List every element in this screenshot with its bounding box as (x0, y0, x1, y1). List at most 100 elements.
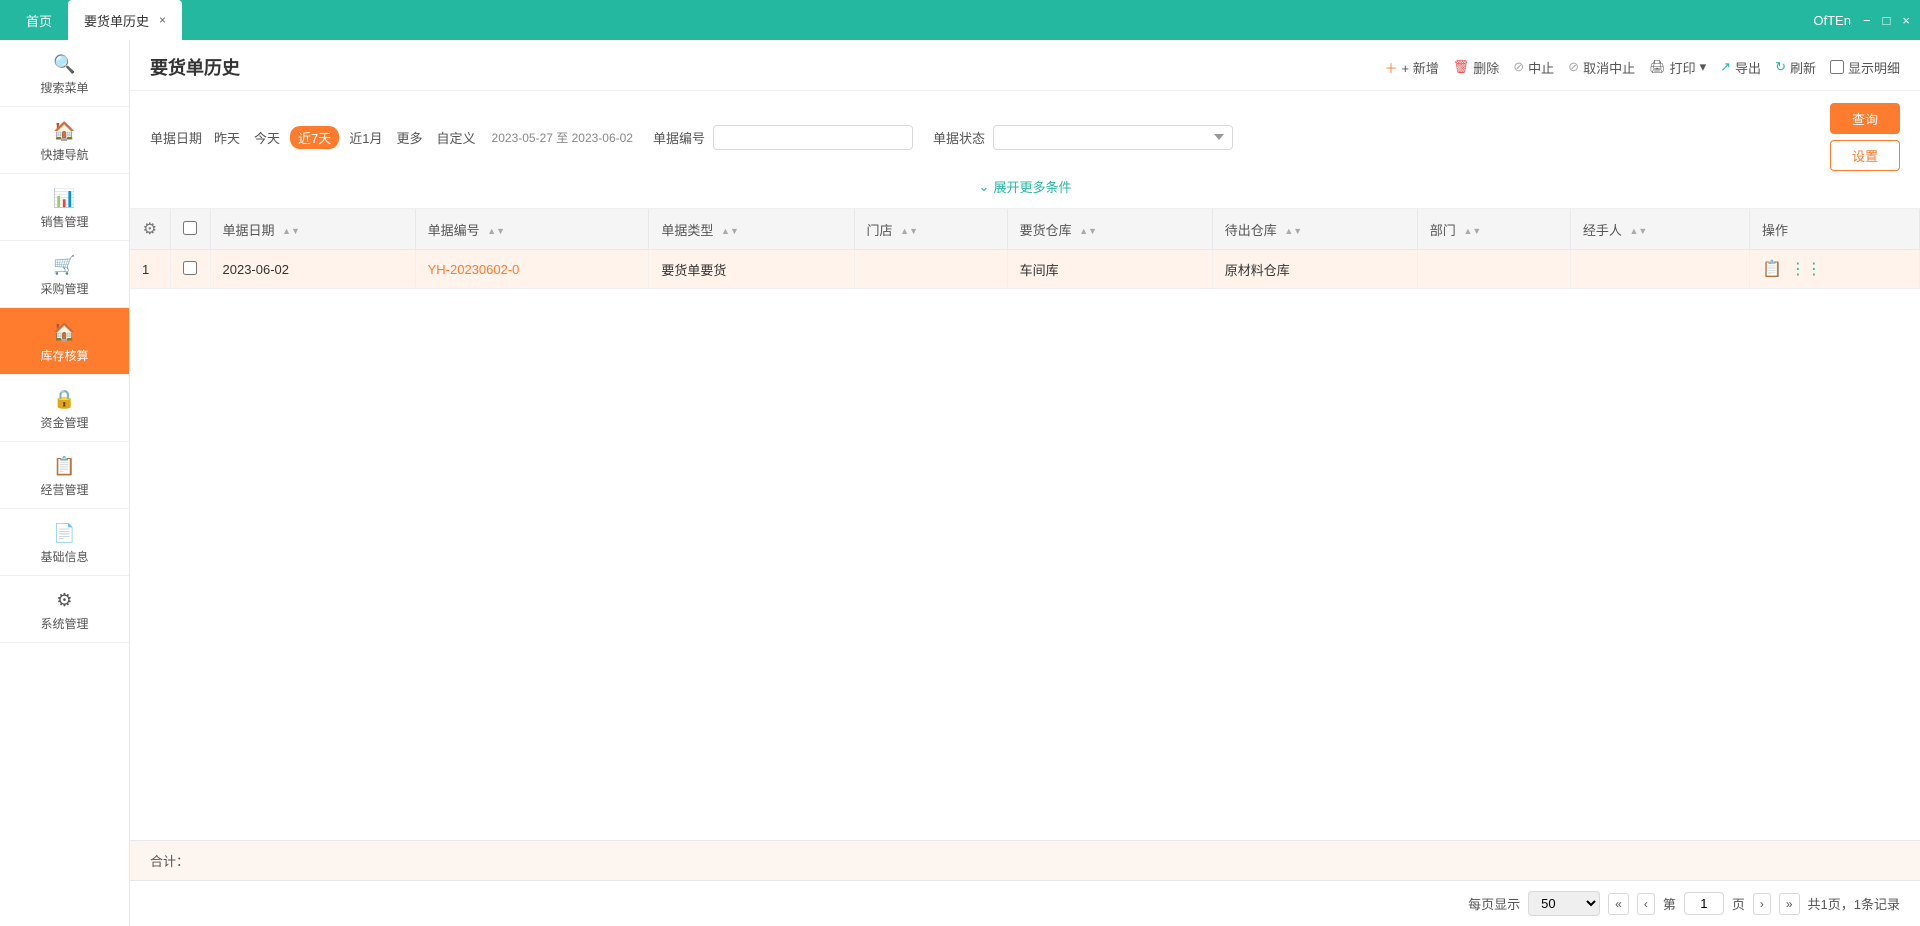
status-filter-label: 单据状态 (933, 128, 985, 147)
show-detail-button[interactable]: 显示明细 (1830, 58, 1900, 77)
filter-area: 单据日期 昨天 今天 近7天 近1月 更多 自定义 2023-05-27 至 2… (130, 91, 1920, 209)
td-billtype: 要货单要货 (649, 250, 854, 289)
top-bar: 首页 要货单历史 × OfTEn − □ × (0, 0, 1920, 40)
content-area: 要货单历史 ＋ + 新增 🗑 删除 ⊘ 中止 ⊘ 取消中止 (130, 40, 1920, 926)
filter-group-status: 单据状态 (933, 125, 1233, 150)
purchase-mgmt-icon: 🛒 (53, 255, 75, 276)
sidebar-item-basic-info[interactable]: 📄 基础信息 (0, 509, 129, 576)
maximize-icon[interactable]: □ (1883, 13, 1891, 28)
date-more[interactable]: 更多 (393, 126, 427, 149)
page-label-pre: 第 (1663, 894, 1676, 913)
sidebar-item-system-mgmt[interactable]: ⚙ 系统管理 (0, 576, 129, 643)
sidebar-item-finance-mgmt[interactable]: 🔒 资金管理 (0, 375, 129, 442)
sort-handler-icon[interactable]: ▲▼ (1630, 227, 1648, 236)
date-7days[interactable]: 近7天 (290, 126, 339, 149)
print-dropdown-icon[interactable]: ▾ (1700, 59, 1707, 75)
toolbar: ＋ + 新增 🗑 删除 ⊘ 中止 ⊘ 取消中止 🖨 打印 (1384, 58, 1900, 77)
refresh-button[interactable]: ↻ 刷新 (1775, 58, 1816, 77)
filter-group-date: 单据日期 昨天 今天 近7天 近1月 更多 自定义 2023-05-27 至 2… (150, 126, 633, 149)
print-icon: 🖨 (1649, 59, 1666, 75)
tab-active[interactable]: 要货单历史 × (68, 0, 182, 40)
sort-billtype-icon[interactable]: ▲▼ (721, 227, 739, 236)
search-menu-label: 搜索菜单 (40, 79, 88, 96)
billno-filter-label: 单据编号 (653, 128, 705, 147)
total-info: 共1页，1条记录 (1808, 894, 1900, 913)
th-billno: 单据编号 ▲▼ (415, 209, 649, 250)
page-label-post: 页 (1732, 894, 1745, 913)
sidebar-item-ops-mgmt[interactable]: 📋 经营管理 (0, 442, 129, 509)
sort-req-warehouse-icon[interactable]: ▲▼ (1079, 227, 1097, 236)
expand-more-label: 展开更多条件 (993, 177, 1071, 196)
sort-billno-icon[interactable]: ▲▼ (487, 227, 505, 236)
th-pending-warehouse: 待出仓库 ▲▼ (1212, 209, 1417, 250)
status-select[interactable] (993, 125, 1233, 150)
new-label: + 新增 (1401, 58, 1438, 77)
th-date-label: 单据日期 (223, 223, 275, 238)
date-today[interactable]: 今天 (250, 126, 284, 149)
print-button[interactable]: 🖨 打印 ▾ (1649, 58, 1706, 77)
sidebar-item-inventory-calc[interactable]: 🏠 库存核算 (0, 308, 129, 375)
billno-link[interactable]: YH-20230602-0 (428, 262, 520, 277)
cancel-stop-button[interactable]: ⊘ 取消中止 (1568, 58, 1635, 77)
th-date: 单据日期 ▲▼ (210, 209, 415, 250)
query-button[interactable]: 查询 (1830, 103, 1900, 134)
date-custom[interactable]: 自定义 (433, 126, 480, 149)
new-button[interactable]: ＋ + 新增 (1384, 58, 1438, 77)
sort-date-icon[interactable]: ▲▼ (282, 227, 300, 236)
export-button[interactable]: ↗ 导出 (1720, 58, 1761, 77)
sidebar-item-purchase-mgmt[interactable]: 🛒 采购管理 (0, 241, 129, 308)
table-footer: 合计： (130, 840, 1920, 880)
row-checkbox[interactable] (183, 261, 197, 275)
sort-store-icon[interactable]: ▲▼ (900, 227, 918, 236)
main-layout: 🔍 搜索菜单 🏠 快捷导航 📊 销售管理 🛒 采购管理 🏠 库存核算 🔒 资金管… (0, 40, 1920, 926)
date-yesterday[interactable]: 昨天 (210, 126, 244, 149)
delete-icon: 🗑 (1453, 59, 1470, 75)
finance-mgmt-label: 资金管理 (40, 414, 88, 431)
stop-icon: ⊘ (1513, 59, 1524, 75)
date-1month[interactable]: 近1月 (345, 126, 386, 149)
th-billno-label: 单据编号 (428, 223, 480, 238)
next-page-button[interactable]: › (1753, 893, 1771, 915)
show-detail-checkbox[interactable] (1830, 60, 1844, 74)
table-row: 1 2023-06-02 YH-20230602-0 要货单要货 车间库 原材料… (130, 250, 1920, 289)
close-tab-icon[interactable]: × (159, 13, 166, 27)
sidebar-item-quick-nav[interactable]: 🏠 快捷导航 (0, 107, 129, 174)
sales-mgmt-icon: 📊 (53, 188, 75, 209)
sales-mgmt-label: 销售管理 (40, 213, 88, 230)
tab-bar: 首页 要货单历史 × (10, 0, 1813, 40)
filter-row: 单据日期 昨天 今天 近7天 近1月 更多 自定义 2023-05-27 至 2… (150, 103, 1900, 171)
view-op-icon[interactable]: 📋 (1762, 259, 1782, 279)
quick-nav-icon: 🏠 (53, 121, 75, 142)
page-title: 要货单历史 (150, 54, 240, 80)
page-input[interactable] (1684, 892, 1724, 915)
sidebar-item-search-menu[interactable]: 🔍 搜索菜单 (0, 40, 129, 107)
sidebar-item-sales-mgmt[interactable]: 📊 销售管理 (0, 174, 129, 241)
last-page-button[interactable]: » (1779, 893, 1800, 915)
td-handler (1570, 250, 1749, 289)
sort-pending-warehouse-icon[interactable]: ▲▼ (1284, 227, 1302, 236)
basic-info-icon: 📄 (53, 523, 75, 544)
often-label: OfTEn (1813, 13, 1851, 28)
minimize-icon[interactable]: − (1863, 13, 1871, 28)
system-mgmt-icon: ⚙ (56, 590, 72, 611)
billno-input[interactable] (713, 125, 913, 150)
th-billtype: 单据类型 ▲▼ (649, 209, 854, 250)
first-page-button[interactable]: « (1608, 893, 1629, 915)
settings-button[interactable]: 设置 (1830, 140, 1900, 171)
ops-cell: 📋 ⋮⋮ (1762, 259, 1907, 279)
tab-home[interactable]: 首页 (10, 0, 68, 40)
sort-dept-icon[interactable]: ▲▼ (1463, 227, 1481, 236)
settings-gear-icon[interactable]: ⚙ (143, 221, 157, 238)
close-window-icon[interactable]: × (1902, 13, 1910, 28)
more-op-icon[interactable]: ⋮⋮ (1790, 259, 1822, 279)
delete-button[interactable]: 🗑 删除 (1453, 58, 1500, 77)
stop-button[interactable]: ⊘ 中止 (1513, 58, 1554, 77)
page-header: 要货单历史 ＋ + 新增 🗑 删除 ⊘ 中止 ⊘ 取消中止 (130, 40, 1920, 91)
th-ops-label: 操作 (1762, 223, 1788, 238)
expand-more-button[interactable]: ⌄ 展开更多条件 (150, 171, 1900, 196)
select-all-checkbox[interactable] (183, 221, 197, 235)
td-store (854, 250, 1007, 289)
per-page-select[interactable]: 20 50 100 200 (1528, 891, 1600, 916)
date-shortcuts: 昨天 今天 近7天 近1月 更多 自定义 (210, 126, 480, 149)
prev-page-button[interactable]: ‹ (1637, 893, 1655, 915)
